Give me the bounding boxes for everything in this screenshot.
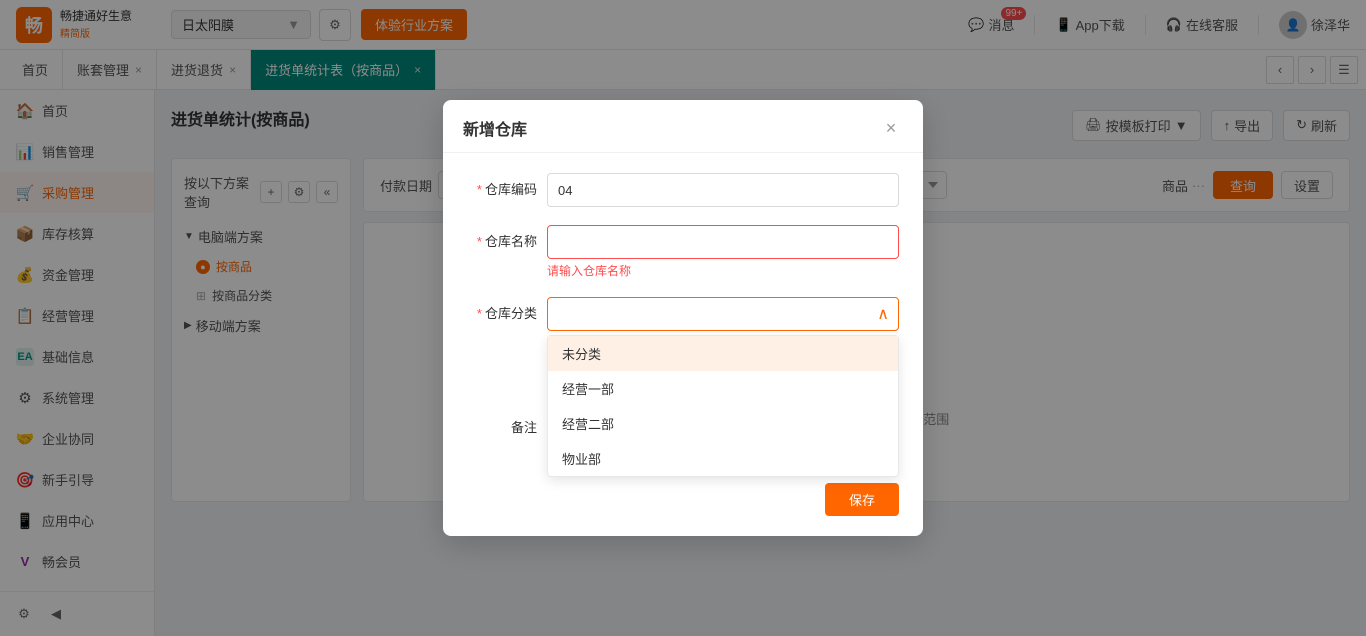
dropdown-item-ops2[interactable]: 经营二部 (548, 406, 898, 441)
dropdown-item-uncategorized[interactable]: 未分类 (548, 336, 898, 371)
name-label: 仓库名称 (467, 225, 537, 250)
dropdown-item-ops1[interactable]: 经营一部 (548, 371, 898, 406)
category-field: ∧ 未分类 经营一部 经营二部 物业部 (547, 297, 899, 331)
category-input[interactable] (547, 297, 899, 331)
modal-header: 新增仓库 × (443, 100, 923, 153)
name-error-msg: 请输入仓库名称 (547, 262, 899, 279)
modal-overlay[interactable]: 新增仓库 × 仓库编码 仓库名称 请输入仓库名称 仓库分类 (0, 0, 1366, 636)
dropdown-item-uncategorized-label: 未分类 (562, 347, 601, 362)
category-label: 仓库分类 (467, 297, 537, 322)
dropdown-item-property[interactable]: 物业部 (548, 441, 898, 476)
modal-title: 新增仓库 (463, 116, 527, 140)
code-label: 仓库编码 (467, 173, 537, 198)
modal-footer: 保存 (443, 483, 923, 516)
form-row-category: 仓库分类 ∧ 未分类 经营一部 (467, 297, 899, 331)
modal-body: 仓库编码 仓库名称 请输入仓库名称 仓库分类 ∧ (443, 153, 923, 483)
dropdown-item-ops1-label: 经营一部 (562, 382, 614, 397)
name-input[interactable] (547, 225, 899, 259)
chevron-up-icon[interactable]: ∧ (877, 304, 889, 324)
note-label: 备注 (467, 411, 537, 436)
new-warehouse-modal: 新增仓库 × 仓库编码 仓库名称 请输入仓库名称 仓库分类 (443, 100, 923, 536)
dropdown-item-property-label: 物业部 (562, 452, 601, 467)
category-input-wrapper: ∧ (547, 297, 899, 331)
code-field (547, 173, 899, 207)
category-dropdown: 未分类 经营一部 经营二部 物业部 (547, 335, 899, 477)
modal-close-button[interactable]: × (879, 116, 903, 140)
code-input[interactable] (547, 173, 899, 207)
save-button[interactable]: 保存 (825, 483, 899, 516)
name-field: 请输入仓库名称 (547, 225, 899, 279)
form-row-code: 仓库编码 (467, 173, 899, 207)
form-row-name: 仓库名称 请输入仓库名称 (467, 225, 899, 279)
dropdown-item-ops2-label: 经营二部 (562, 417, 614, 432)
